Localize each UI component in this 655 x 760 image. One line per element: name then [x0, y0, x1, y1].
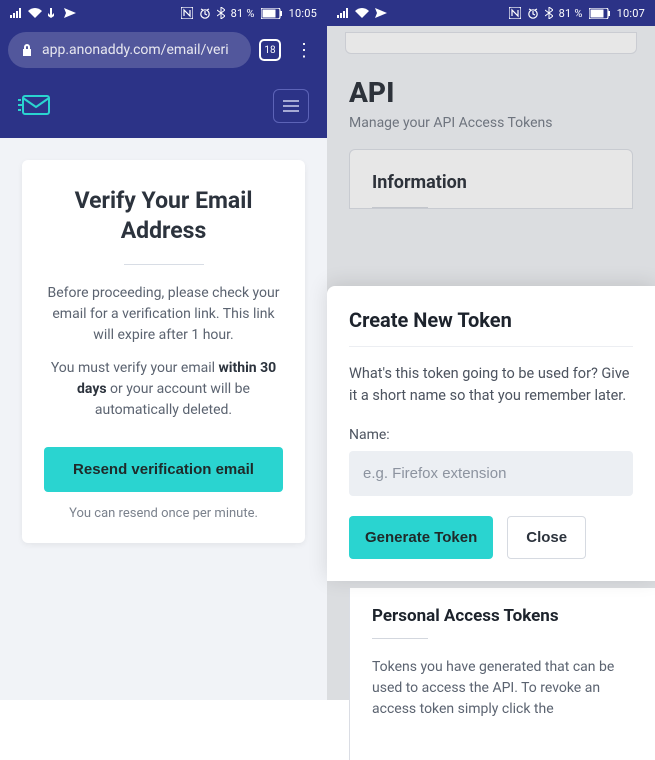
- close-modal-button[interactable]: Close: [507, 516, 586, 559]
- battery-icon: [589, 8, 611, 19]
- app-header: [0, 74, 327, 138]
- pat-description: Tokens you have generated that can be us…: [372, 657, 633, 720]
- signal-icon: [10, 8, 22, 18]
- overflow-menu-icon[interactable]: ⋮: [289, 40, 319, 61]
- statusbar-left: 81 % 10:05: [0, 0, 327, 26]
- send-icon: [64, 8, 76, 18]
- battery-icon: [261, 8, 283, 19]
- previous-card-bottom: [345, 32, 637, 54]
- resend-note: You can resend once per minute.: [44, 506, 283, 521]
- nfc-icon: [181, 7, 193, 19]
- modal-title: Create New Token: [349, 308, 633, 332]
- nfc-icon: [509, 7, 521, 19]
- browser-chrome: app.anonaddy.com/email/veri 18 ⋮: [0, 26, 327, 74]
- token-name-label: Name:: [349, 427, 633, 443]
- verify-paragraph-1: Before proceeding, please check your ema…: [44, 283, 283, 346]
- generate-token-button[interactable]: Generate Token: [349, 516, 493, 559]
- left-phone-screen: 81 % 10:05 app.anonaddy.com/email/veri 1…: [0, 0, 327, 700]
- battery-percent: 81 %: [559, 7, 583, 20]
- resend-verification-button[interactable]: Resend verification email: [44, 447, 283, 492]
- page-body: Verify Your Email Address Before proceed…: [0, 138, 327, 700]
- information-card: Information: [349, 149, 633, 209]
- verify-paragraph-2: You must verify your email within 30 day…: [44, 358, 283, 421]
- bluetooth-icon: [545, 7, 553, 19]
- alarm-icon: [527, 7, 539, 19]
- alarm-icon: [199, 7, 211, 19]
- pat-heading: Personal Access Tokens: [372, 606, 633, 626]
- bluetooth-icon: [217, 7, 225, 19]
- tab-count-button[interactable]: 18: [259, 39, 281, 61]
- modal-description: What's this token going to be used for? …: [349, 363, 633, 407]
- wifi-icon: [355, 8, 369, 18]
- clock-time: 10:05: [289, 7, 317, 20]
- api-page-body: API Manage your API Access Tokens Inform…: [327, 26, 655, 700]
- battery-percent: 81 %: [231, 7, 255, 20]
- statusbar-right: 81 % 10:07: [327, 0, 655, 26]
- anonaddy-logo-icon[interactable]: [18, 94, 52, 118]
- signal-icon: [337, 8, 349, 18]
- create-token-modal: Create New Token What's this token going…: [327, 286, 655, 581]
- token-name-input[interactable]: [349, 451, 633, 496]
- api-section: API Manage your API Access Tokens Inform…: [327, 76, 655, 209]
- information-heading: Information: [372, 172, 610, 193]
- divider: [372, 207, 428, 208]
- lock-icon: [20, 43, 34, 57]
- url-bar[interactable]: app.anonaddy.com/email/veri: [8, 32, 251, 68]
- verify-email-card: Verify Your Email Address Before proceed…: [22, 160, 305, 543]
- url-text: app.anonaddy.com/email/veri: [42, 42, 229, 58]
- divider: [372, 638, 428, 639]
- data-icon: [48, 8, 58, 18]
- divider: [124, 264, 204, 265]
- send-icon: [375, 8, 387, 18]
- personal-access-tokens-card: Personal Access Tokens Tokens you have g…: [349, 588, 655, 760]
- api-subtitle: Manage your API Access Tokens: [349, 115, 633, 131]
- nav-menu-button[interactable]: [273, 89, 309, 123]
- clock-time: 10:07: [617, 7, 645, 20]
- right-phone-screen: 81 % 10:07 API Manage your API Access To…: [327, 0, 655, 700]
- wifi-icon: [28, 8, 42, 18]
- api-heading: API: [349, 76, 633, 109]
- page-title: Verify Your Email Address: [44, 186, 283, 246]
- divider: [349, 346, 633, 347]
